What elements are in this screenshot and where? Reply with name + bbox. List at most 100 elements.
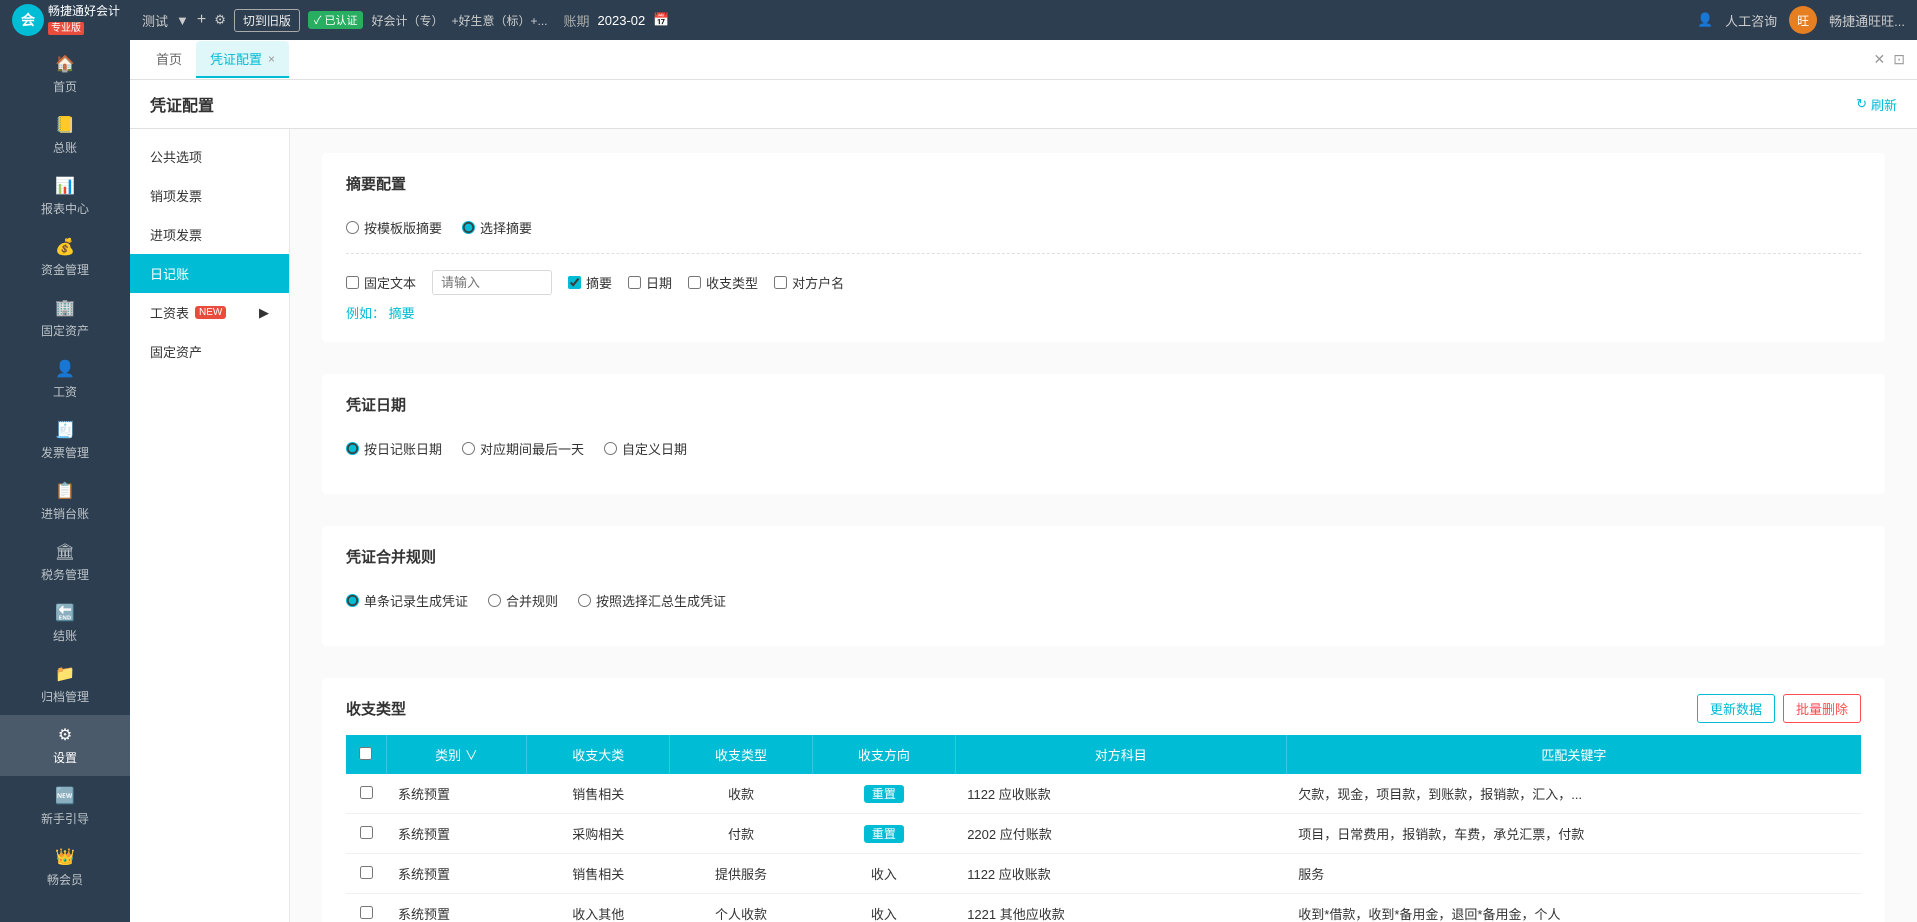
row-direction: 重置 [812,814,955,854]
settings-icon[interactable]: ⚙ [214,12,226,28]
sidebar-item-inout[interactable]: 📋 进销台账 [0,471,130,532]
checkbox-date[interactable]: 日期 [628,273,672,292]
assets-icon: 🏢 [55,298,75,318]
date-checkbox[interactable] [628,276,641,289]
radio-period-last-day[interactable]: 对应期间最后一天 [462,439,584,458]
consult-label[interactable]: 人工咨询 [1725,11,1777,30]
refresh-btn[interactable]: ↻ 刷新 [1856,95,1897,114]
select-all-checkbox[interactable] [359,747,372,760]
row-checkbox-cell[interactable] [346,894,386,922]
row-checkbox[interactable] [360,906,373,919]
config-sidebar-public-label: 公共选项 [150,147,202,166]
checkbox-summary[interactable]: 摘要 [568,273,612,292]
dropdown-arrow[interactable]: ▼ [176,13,189,28]
radio-single-record[interactable]: 单条记录生成凭证 [346,591,468,610]
tab-voucher-config[interactable]: 凭证配置 × [196,41,289,78]
radio-merge-rule-input[interactable] [488,594,501,607]
radio-merge-rule-label: 合并规则 [506,591,558,610]
fixed-text-input[interactable] [432,270,552,295]
user-name[interactable]: 畅捷通旺旺... [1829,11,1905,30]
radio-template-input[interactable] [346,221,359,234]
sidebar-item-close[interactable]: 🔚 结账 [0,593,130,654]
row-account: 1221 其他应收款 [955,894,1286,922]
date-label: 日期 [646,273,672,292]
config-sidebar-public[interactable]: 公共选项 [130,137,289,176]
row-checkbox[interactable] [360,866,373,879]
sidebar-item-invoice[interactable]: 🧾 发票管理 [0,410,130,471]
payslip-arrow-icon: ▶ [259,305,269,321]
row-direction: 收入 [812,894,955,922]
fixed-text-checkbox[interactable] [346,276,359,289]
table-actions: 更新数据 批量删除 [1697,694,1861,723]
radio-summary-generate[interactable]: 按照选择汇总生成凭证 [578,591,726,610]
add-icon[interactable]: + [197,11,206,29]
sidebar-label-funds: 资金管理 [41,261,89,278]
radio-select-input[interactable] [462,221,475,234]
th-keywords: 匹配关键字 [1286,735,1861,774]
reports-icon: 📊 [55,176,75,196]
radio-period-last-day-label: 对应期间最后一天 [480,439,584,458]
sidebar-item-home[interactable]: 🏠 首页 [0,44,130,105]
reset-tag[interactable]: 重置 [864,825,904,843]
th-checkbox[interactable] [346,735,386,774]
reset-tag[interactable]: 重置 [864,785,904,803]
user-avatar[interactable]: 旺 [1789,6,1817,34]
batch-delete-btn[interactable]: 批量删除 [1783,694,1861,723]
row-keywords: 欠款，现金，项目款，到账款，报销款，汇入，... [1286,774,1861,814]
radio-period-last-day-input[interactable] [462,442,475,455]
sidebar-item-funds[interactable]: 💰 资金管理 [0,227,130,288]
summary-checkbox[interactable] [568,276,581,289]
row-direction: 重置 [812,774,955,814]
config-layout: 公共选项 销项发票 进项发票 日记账 工资表 NEW [130,129,1917,922]
config-sidebar-fixed-assets[interactable]: 固定资产 [130,332,289,371]
config-sidebar-purchase-invoice[interactable]: 进项发票 [130,215,289,254]
sidebar-item-archive[interactable]: 📁 归档管理 [0,654,130,715]
calendar-icon[interactable]: 📅 [653,12,669,28]
radio-single-record-input[interactable] [346,594,359,607]
row-checkbox-cell[interactable] [346,854,386,894]
sidebar-item-reports[interactable]: 📊 报表中心 [0,166,130,227]
top-bar-right: 👤 人工咨询 旺 畅捷通旺旺... [1697,6,1905,34]
invoice-icon: 🧾 [55,420,75,440]
radio-template[interactable]: 按模板版摘要 [346,218,442,237]
radio-summary-generate-input[interactable] [578,594,591,607]
sidebar-item-assets[interactable]: 🏢 固定资产 [0,288,130,349]
row-checkbox-cell[interactable] [346,774,386,814]
checkbox-income-type[interactable]: 收支类型 [688,273,758,292]
radio-custom-date-input[interactable] [604,442,617,455]
tab-home[interactable]: 首页 [142,41,196,78]
update-data-btn[interactable]: 更新数据 [1697,694,1775,723]
config-sidebar-journal[interactable]: 日记账 [130,254,289,293]
row-sub-type: 提供服务 [670,854,813,894]
counterpart-checkbox[interactable] [774,276,787,289]
radio-merge-rule[interactable]: 合并规则 [488,591,558,610]
tab-close-btn[interactable]: × [268,52,275,66]
row-main-type: 采购相关 [527,814,670,854]
sidebar-item-tax[interactable]: 🏛 税务管理 [0,532,130,593]
income-type-checkbox[interactable] [688,276,701,289]
row-checkbox[interactable] [360,786,373,799]
checkbox-counterpart[interactable]: 对方户名 [774,273,844,292]
restore-window-btn[interactable]: ⊡ [1893,51,1905,68]
switch-old-btn[interactable]: 切到旧版 [234,9,300,32]
radio-journal-date[interactable]: 按日记账日期 [346,439,442,458]
sidebar-item-newbie[interactable]: 🆕 新手引导 [0,776,130,837]
window-controls: ✕ ⊡ [1874,51,1905,68]
config-main: 摘要配置 按模板版摘要 选择摘要 [290,129,1917,922]
sidebar-item-ledger[interactable]: 📒 总账 [0,105,130,166]
th-category[interactable]: 类别 ∨ [386,735,527,774]
radio-custom-date[interactable]: 自定义日期 [604,439,687,458]
ledger-icon: 📒 [55,115,75,135]
close-window-btn[interactable]: ✕ [1874,51,1886,68]
config-sidebar-payslip[interactable]: 工资表 NEW ▶ [130,293,289,332]
checkbox-fixed-text[interactable]: 固定文本 [346,273,416,292]
radio-select[interactable]: 选择摘要 [462,218,532,237]
row-checkbox[interactable] [360,826,373,839]
sidebar-item-settings[interactable]: ⚙ 设置 [0,715,130,776]
row-category: 系统预置 [386,774,527,814]
radio-journal-date-input[interactable] [346,442,359,455]
config-sidebar-sales-invoice[interactable]: 销项发票 [130,176,289,215]
row-checkbox-cell[interactable] [346,814,386,854]
sidebar-item-member[interactable]: 👑 畅会员 [0,837,130,898]
sidebar-item-payroll[interactable]: 👤 工资 [0,349,130,410]
